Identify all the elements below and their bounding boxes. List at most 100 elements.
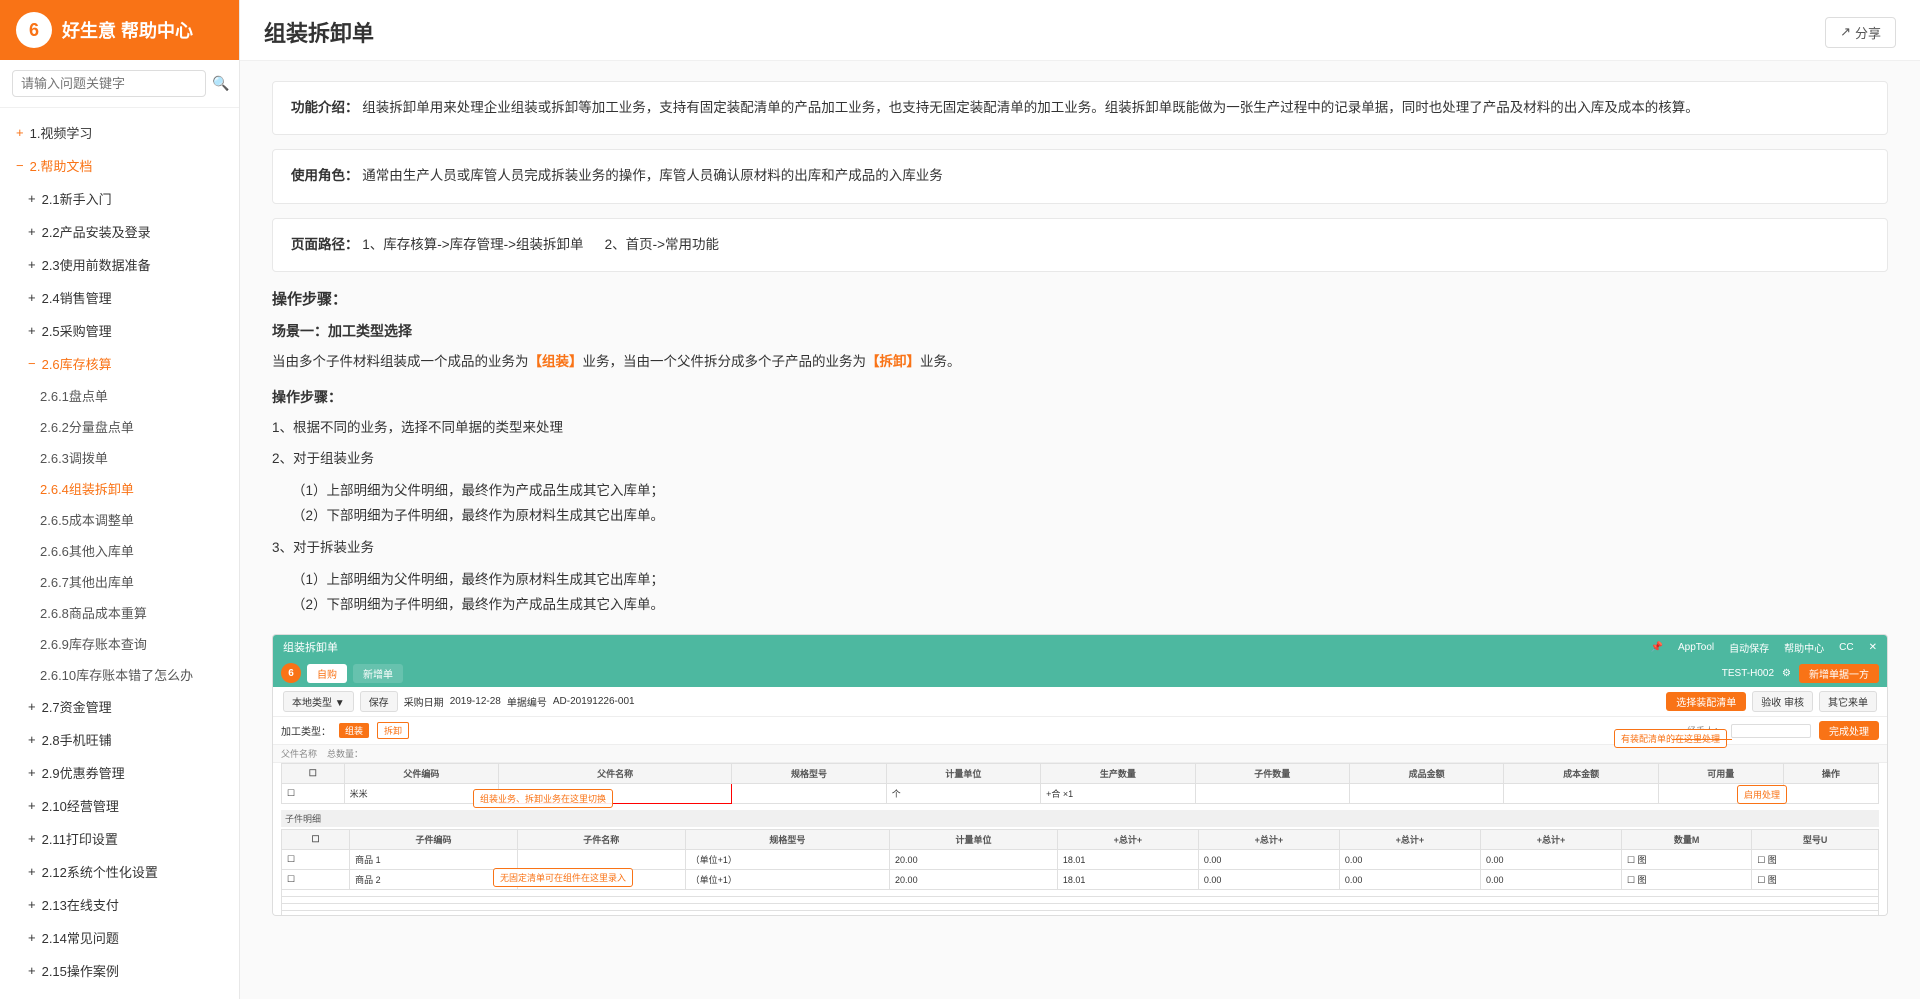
path-text-1: 1、库存核算->库存管理->组装拆卸单 <box>362 237 583 252</box>
share-label: 分享 <box>1855 23 1881 42</box>
mock-row1-cost-amt <box>1504 784 1658 804</box>
mock-l-row2-unit: 20.00 <box>890 870 1058 890</box>
mock-disassembly-btn[interactable]: 拆卸 <box>377 722 409 739</box>
table-row <box>282 897 1879 904</box>
label-data-prep: 2.3使用前数据准备 <box>42 255 151 274</box>
func-intro-text: 组装拆卸单用来处理企业组装或拆卸等加工业务，支持有固定装配清单的产品加工业务，也… <box>362 100 1699 115</box>
mock-new-doc-btn[interactable]: 新增单据一方 <box>1799 664 1879 683</box>
mock-l-row1-amt1: 0.00 <box>1339 850 1480 870</box>
mock-l-row2-action: ☐ 图 <box>1752 870 1879 890</box>
sidebar-item-video[interactable]: + 1.视频学习 <box>0 116 239 149</box>
plus-print: + <box>28 831 36 846</box>
mock-nav-logo: 6 <box>281 663 301 683</box>
sidebar-item-other-in[interactable]: 2.6.6其他入库单 <box>0 535 239 566</box>
path-label: 页面路径： <box>291 237 359 252</box>
mock-l-row2-amt2: 0.00 <box>1480 870 1621 890</box>
sidebar-item-install[interactable]: + 2.2产品安装及登录 <box>0 215 239 248</box>
content-area: 功能介绍： 组装拆卸单用来处理企业组装或拆卸等加工业务，支持有固定装配清单的产品… <box>240 61 1920 999</box>
mock-col-avail: 可用量 <box>1658 764 1783 784</box>
sidebar-item-data-prep[interactable]: + 2.3使用前数据准备 <box>0 248 239 281</box>
sidebar-item-finance[interactable]: + 2.7资金管理 <box>0 690 239 723</box>
label-cases: 2.15操作案例 <box>42 961 119 980</box>
mock-toolbar-right: 选择装配清单 验收 审核 其它来单 <box>1666 691 1877 712</box>
mock-nav-right: TEST-H002 ⚙ 新增单据一方 <box>1722 664 1879 683</box>
sidebar-item-sales[interactable]: + 2.4销售管理 <box>0 281 239 314</box>
step1-text: 1、根据不同的业务，选择不同单据的类型来处理 <box>272 415 1888 441</box>
annotation3-text: 启用处理 <box>1744 790 1780 800</box>
label-ledger-wrong: 2.6.10库存账本错了怎么办 <box>40 668 193 683</box>
step3-sub1: （1）上部明细为父件明细，最终作为原材料生成其它出库单； <box>292 567 1888 593</box>
sidebar-item-ledger-query[interactable]: 2.6.9库存账本查询 <box>0 628 239 659</box>
sidebar-item-voucher[interactable]: + 2.9优惠券管理 <box>0 756 239 789</box>
label-split: 2.6.2分量盘点单 <box>40 420 134 435</box>
mock-l-row1-unit: 20.00 <box>890 850 1058 870</box>
ops-title: 操作步骤： <box>272 288 1888 309</box>
mock-toolbar-action2[interactable]: 其它来单 <box>1819 691 1877 712</box>
mock-tab-new[interactable]: 新增单 <box>353 664 403 683</box>
mock-row1-sub-qty <box>1195 784 1349 804</box>
mock-upper-count: 总数量： <box>327 747 363 760</box>
sidebar-item-mobile[interactable]: + 2.8手机旺铺 <box>0 723 239 756</box>
mock-select-template-btn[interactable]: 选择装配清单 <box>1666 692 1746 711</box>
plus-finance: + <box>28 699 36 714</box>
sidebar-item-inventory[interactable]: − 2.6库存核算 <box>0 347 239 380</box>
sidebar-item-stocktake[interactable]: 2.6.1盘点单 <box>0 380 239 411</box>
mock-assembly-btn[interactable]: 组装 <box>339 723 369 738</box>
role-label: 使用角色： <box>291 168 359 183</box>
highlight-assembly: 【组装】 <box>529 354 583 369</box>
sidebar-item-assembly[interactable]: 2.6.4组装拆卸单 <box>0 473 239 504</box>
mock-toolbar-action1[interactable]: 验收 审核 <box>1752 691 1813 712</box>
plus-purchase: + <box>28 323 36 338</box>
mock-tab-purchase[interactable]: 自购 <box>307 664 347 683</box>
minus-inventory: − <box>28 356 36 371</box>
share-button[interactable]: ↗ 分享 <box>1825 17 1896 48</box>
mock-toolbar-type[interactable]: 本地类型 ▼ <box>283 691 354 712</box>
mock-l-row1-check[interactable]: ☐ <box>282 850 350 870</box>
role-block: 使用角色： 通常由生产人员或库管人员完成拆装业务的操作，库管人员确认原材料的出库… <box>272 149 1888 203</box>
mock-row1-check[interactable]: ☐ <box>282 784 345 804</box>
mock-l-unit: 计量单位 <box>890 830 1058 850</box>
mock-col-prod-qty: 生产数量 <box>1041 764 1195 784</box>
mock-l-row2-qty1: 18.01 <box>1057 870 1198 890</box>
sidebar-item-ledger-wrong[interactable]: 2.6.10库存账本错了怎么办 <box>0 659 239 690</box>
label-faq: 2.14常见问题 <box>42 928 119 947</box>
sidebar-item-customize[interactable]: + 2.12系统个性化设置 <box>0 855 239 888</box>
mock-confirm-btn[interactable]: 完成处理 <box>1819 721 1879 740</box>
mock-toolbar-save[interactable]: 保存 <box>360 691 398 712</box>
search-box: 🔍 <box>0 60 239 108</box>
sidebar-item-other-out[interactable]: 2.6.7其他出库单 <box>0 566 239 597</box>
plus-operations: + <box>28 798 36 813</box>
sidebar-item-split[interactable]: 2.6.2分量盘点单 <box>0 411 239 442</box>
mock-l-empty-row5 <box>282 904 1879 911</box>
main-area: 组装拆卸单 ↗ 分享 功能介绍： 组装拆卸单用来处理企业组装或拆卸等加工业务，支… <box>240 0 1920 999</box>
sidebar-item-adjust[interactable]: 2.6.3调拨单 <box>0 442 239 473</box>
annotation-switch: 组装业务、拆卸业务在这里切换 <box>473 789 613 808</box>
mock-toolbar-date-label: 采购日期 <box>404 694 444 709</box>
help-sub-items: + 2.1新手入门 + 2.2产品安装及登录 + 2.3使用前数据准备 + 2.… <box>0 182 239 987</box>
sidebar-item-print[interactable]: + 2.11打印设置 <box>0 822 239 855</box>
app-logo: 6 <box>16 12 52 48</box>
sidebar-item-newcomer[interactable]: + 2.1新手入门 <box>0 182 239 215</box>
sidebar-item-cases[interactable]: + 2.15操作案例 <box>0 954 239 987</box>
sidebar-item-operations[interactable]: + 2.10经营管理 <box>0 789 239 822</box>
annotation2-text: 组装业务、拆卸业务在这里切换 <box>480 794 606 804</box>
sidebar-item-purchase[interactable]: + 2.5采购管理 <box>0 314 239 347</box>
mock-l-row1-code: 商品 1 <box>350 850 518 870</box>
sidebar-item-cost-recalc[interactable]: 2.6.8商品成本重算 <box>0 597 239 628</box>
plus-newcomer: + <box>28 191 36 206</box>
sidebar-item-faq[interactable]: + 2.14常见问题 <box>0 921 239 954</box>
mock-person-input[interactable] <box>1731 724 1811 738</box>
mock-screenshot: 组装拆卸单 📌 AppTool 自动保存 帮助中心 CC ✕ 6 自购 <box>273 635 1887 915</box>
label-print: 2.11打印设置 <box>42 829 118 848</box>
search-icon[interactable]: 🔍 <box>212 75 229 92</box>
mock-l-row2-check[interactable]: ☐ <box>282 870 350 890</box>
app-name: 好生意 帮助中心 <box>62 17 193 43</box>
mock-toolbar: 本地类型 ▼ 保存 采购日期 2019-12-28 单据编号 AD-201912… <box>273 687 1887 717</box>
sidebar-item-help-docs[interactable]: − 2.帮助文档 <box>0 149 239 182</box>
mock-top-nav-5: CC <box>1839 642 1853 653</box>
sidebar-item-cost-adjust[interactable]: 2.6.5成本调整单 <box>0 504 239 535</box>
mock-window-title-text: 组装拆卸单 <box>283 639 338 655</box>
close-window-icon[interactable]: ✕ <box>1869 642 1877 653</box>
sidebar-item-pay[interactable]: + 2.13在线支付 <box>0 888 239 921</box>
search-input[interactable] <box>12 70 206 97</box>
